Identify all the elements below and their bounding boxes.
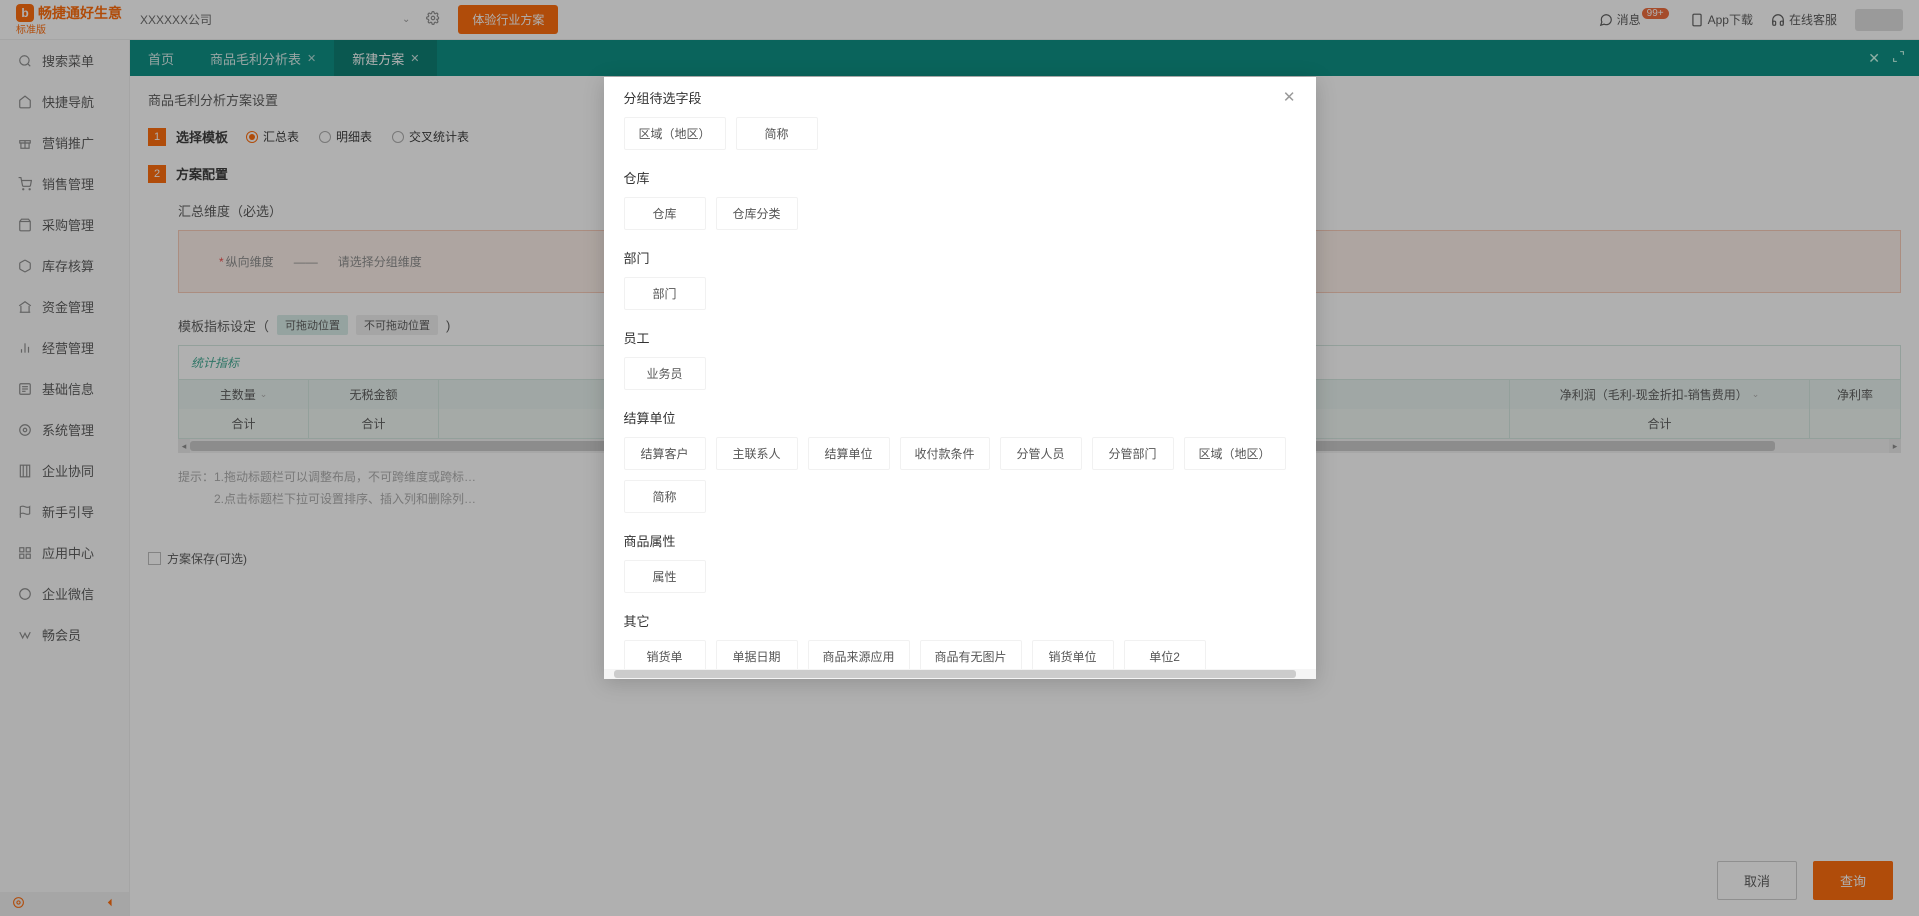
field-chip[interactable]: 区域（地区） [624,117,726,150]
field-chip[interactable]: 单据日期 [716,640,798,669]
field-chip[interactable]: 收付款条件 [900,437,990,470]
field-chip[interactable]: 仓库分类 [716,197,798,230]
field-chip[interactable]: 简称 [736,117,818,150]
group-title: 商品属性 [624,531,1296,550]
chip-row: 结算客户主联系人结算单位收付款条件分管人员分管部门区域（地区） 简称 [624,437,1296,513]
field-chip[interactable]: 主联系人 [716,437,798,470]
field-chip[interactable]: 单位2 [1124,640,1206,669]
chip-row: 属性 [624,560,1296,593]
group-title: 其它 [624,611,1296,630]
field-chip[interactable]: 销货单位 [1032,640,1114,669]
chip-row: 部门 [624,277,1296,310]
field-chip[interactable]: 结算单位 [808,437,890,470]
close-icon[interactable]: ✕ [1283,88,1296,106]
field-chip[interactable]: 分管人员 [1000,437,1082,470]
chip-row: 业务员 [624,357,1296,390]
field-chip[interactable]: 属性 [624,560,706,593]
group-title: 员工 [624,328,1296,347]
modal-header: 分组待选字段 ✕ [604,77,1316,117]
field-chip[interactable]: 简称 [624,480,706,513]
field-chip[interactable]: 部门 [624,277,706,310]
group-field-modal: 分组待选字段 ✕ 区域（地区） 简称 仓库仓库仓库分类部门部门员工业务员结算单位… [604,77,1316,679]
group-title: 部门 [624,248,1296,267]
modal-h-scrollbar[interactable] [604,669,1316,679]
scroll-thumb[interactable] [614,670,1296,678]
field-chip[interactable]: 仓库 [624,197,706,230]
chip-row: 销货单单据日期商品来源应用商品有无图片销货单位单位2主计量制单人审核人出库人预计… [624,640,1296,669]
chip-row: 仓库仓库分类 [624,197,1296,230]
field-chip[interactable]: 商品来源应用 [808,640,910,669]
modal-body: 区域（地区） 简称 仓库仓库仓库分类部门部门员工业务员结算单位结算客户主联系人结… [604,117,1316,669]
group-title: 结算单位 [624,408,1296,427]
field-chip[interactable]: 商品有无图片 [920,640,1022,669]
field-chip[interactable]: 分管部门 [1092,437,1174,470]
group-title: 仓库 [624,168,1296,187]
modal-title: 分组待选字段 [624,88,702,107]
field-chip[interactable]: 业务员 [624,357,706,390]
field-chip[interactable]: 区域（地区） [1184,437,1286,470]
field-chip[interactable]: 结算客户 [624,437,706,470]
chip-row-top: 区域（地区） 简称 [624,117,1296,150]
field-chip[interactable]: 销货单 [624,640,706,669]
